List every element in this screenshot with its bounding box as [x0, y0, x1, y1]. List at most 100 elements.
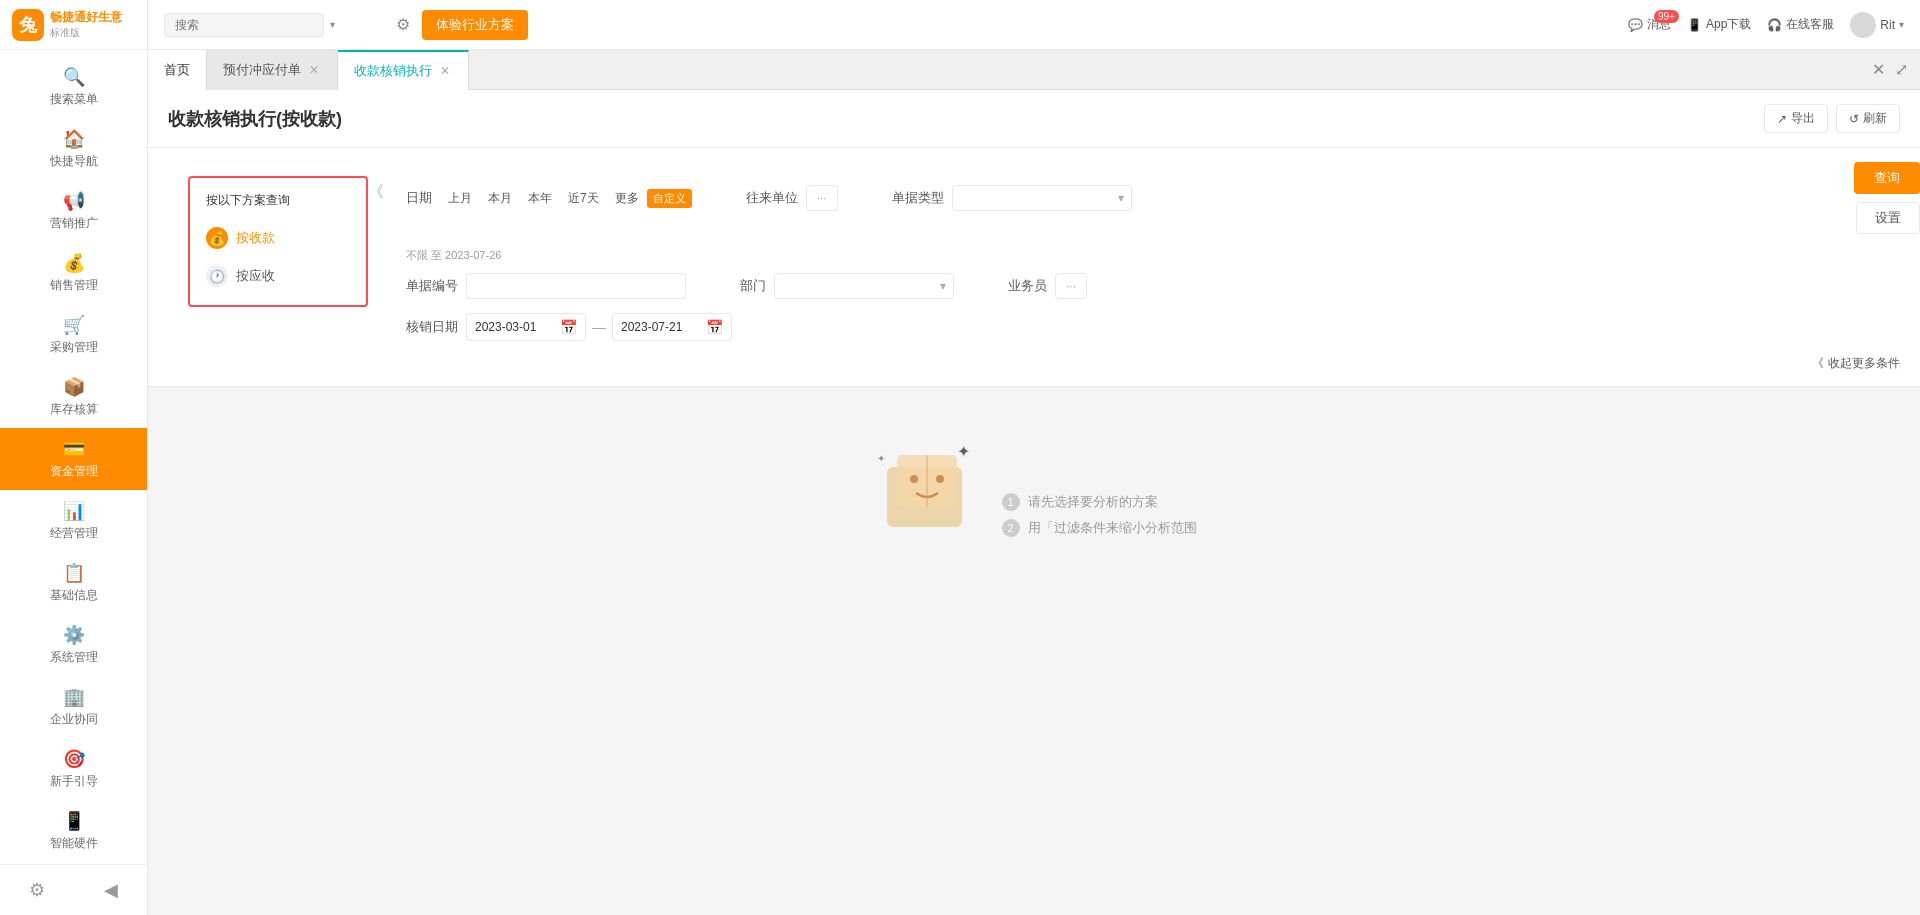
guide-icon: 🎯 — [63, 748, 85, 770]
svg-point-2 — [910, 475, 918, 483]
tab-verify[interactable]: 收款核销执行 ✕ — [338, 50, 469, 90]
sidebar-item-label: 智能硬件 — [50, 835, 98, 852]
date-separator: — — [592, 319, 606, 335]
topbar: ▾ ⚙ 体验行业方案 💬 消息 99+ 📱 App下载 🎧 在线客服 Rit ▾ — [148, 0, 1920, 50]
sidebar: 兔 畅捷通好生意 标准版 🔍 搜索菜单 🏠 快捷导航 📢 营销推广 💰 销售管理… — [0, 0, 148, 915]
date-range-display: 不限 至 2023-07-26 — [406, 248, 1920, 263]
tab-home-label: 首页 — [164, 61, 190, 79]
sidebar-item-sales[interactable]: 💰 销售管理 — [0, 242, 147, 304]
tab-verify-close-icon[interactable]: ✕ — [438, 62, 452, 80]
filter-option-by-receivable[interactable]: 🕐 按应收 — [190, 257, 366, 295]
user-menu[interactable]: Rit ▾ — [1850, 12, 1904, 38]
staff-label: 业务员 — [1008, 277, 1047, 295]
page-content: 收款核销执行(按收款) ↗ 导出 ↺ 刷新 按以下方案查询 — [148, 90, 1920, 915]
dept-select[interactable] — [774, 273, 954, 299]
sidebar-item-marketing[interactable]: 📢 营销推广 — [0, 180, 147, 242]
purchase-icon: 🛒 — [63, 314, 85, 336]
verify-date-from-input[interactable]: 2023-03-01 📅 — [466, 313, 586, 341]
industry-solution-button[interactable]: 体验行业方案 — [422, 10, 528, 40]
collapse-filter-left-icon[interactable]: 《 — [368, 162, 392, 372]
doc-type-select[interactable] — [952, 185, 1132, 211]
tab-prepay-close-icon[interactable]: ✕ — [307, 61, 321, 79]
partner-select-button[interactable]: ··· — [806, 185, 838, 211]
calendar-from-icon[interactable]: 📅 — [560, 319, 577, 335]
chevron-down-icon: ▾ — [330, 19, 335, 30]
hint-number-1: 1 — [1002, 493, 1020, 511]
doc-type-field: 单据类型 — [892, 185, 1132, 211]
sidebar-item-operations[interactable]: 📊 经营管理 — [0, 490, 147, 552]
filter-row-1: 日期 上月 本月 本年 近7天 更多 自定义 往来单位 ··· — [406, 162, 1920, 234]
app-edition: 标准版 — [50, 26, 122, 39]
sidebar-item-system[interactable]: ⚙️ 系统管理 — [0, 614, 147, 676]
sidebar-item-inventory[interactable]: 📦 库存核算 — [0, 366, 147, 428]
expand-tab-icon[interactable]: ⤢ — [1895, 60, 1908, 79]
page-title: 收款核销执行(按收款) — [168, 107, 342, 131]
tab-home[interactable]: 首页 — [148, 50, 207, 90]
receipt-icon: 💰 — [206, 227, 228, 249]
doc-type-select-wrap — [952, 185, 1132, 211]
set-button[interactable]: 设置 — [1856, 202, 1920, 234]
topbar-search: ▾ — [164, 13, 384, 37]
sidebar-item-hardware[interactable]: 📱 智能硬件 — [0, 800, 147, 862]
main-content: ▾ ⚙ 体验行业方案 💬 消息 99+ 📱 App下载 🎧 在线客服 Rit ▾ — [148, 0, 1920, 915]
doc-no-input[interactable] — [466, 273, 686, 299]
calendar-to-icon[interactable]: 📅 — [706, 319, 723, 335]
settings-icon[interactable]: ⚙ — [21, 875, 53, 905]
empty-state: ✦ ✦ 1 请先选择要分析的方案 2 用「过滤条件来缩小分析范围 — [872, 427, 1197, 537]
date-7days-button[interactable]: 近7天 — [560, 186, 607, 211]
app-download-label: App下载 — [1706, 16, 1751, 33]
tab-verify-label: 收款核销执行 — [354, 62, 432, 80]
svg-text:✦: ✦ — [957, 443, 970, 460]
filter-scheme-title: 按以下方案查询 — [190, 188, 366, 219]
doc-no-field: 单据编号 — [406, 273, 686, 299]
sidebar-item-purchase[interactable]: 🛒 采购管理 — [0, 304, 147, 366]
date-this-year-button[interactable]: 本年 — [520, 186, 560, 211]
inventory-icon: 📦 — [63, 376, 85, 398]
sidebar-item-label: 搜索菜单 — [50, 91, 98, 108]
close-tab-icon[interactable]: ✕ — [1872, 60, 1885, 79]
sidebar-item-basic-info[interactable]: 📋 基础信息 — [0, 552, 147, 614]
filter-option-receipt-label: 按收款 — [236, 229, 275, 247]
sidebar-item-label: 库存核算 — [50, 401, 98, 418]
sidebar-item-search[interactable]: 🔍 搜索菜单 — [0, 56, 147, 118]
gear-icon[interactable]: ⚙ — [396, 15, 410, 34]
empty-svg-illustration: ✦ ✦ — [872, 427, 982, 537]
app-download-button[interactable]: 📱 App下载 — [1687, 16, 1751, 33]
refresh-icon: ↺ — [1849, 112, 1859, 126]
export-button[interactable]: ↗ 导出 — [1764, 104, 1828, 133]
sidebar-item-collab[interactable]: 🏢 企业协同 — [0, 676, 147, 738]
refresh-button[interactable]: ↺ 刷新 — [1836, 104, 1900, 133]
sidebar-item-finance[interactable]: 💳 资金管理 — [0, 428, 147, 490]
marketing-icon: 📢 — [63, 190, 85, 212]
collapse-more-button[interactable]: 《 收起更多条件 — [1812, 355, 1900, 372]
sidebar-item-label: 基础信息 — [50, 587, 98, 604]
hint-text-1: 请先选择要分析的方案 — [1028, 493, 1158, 511]
date-last-month-button[interactable]: 上月 — [440, 186, 480, 211]
finance-icon: 💳 — [63, 438, 85, 460]
page-header: 收款核销执行(按收款) ↗ 导出 ↺ 刷新 — [148, 90, 1920, 148]
date-more-button[interactable]: 更多 — [607, 186, 647, 211]
sidebar-item-guide[interactable]: 🎯 新手引导 — [0, 738, 147, 800]
empty-hint-2: 2 用「过滤条件来缩小分析范围 — [1002, 519, 1197, 537]
collapse-sidebar-icon[interactable]: ◀ — [96, 875, 126, 905]
query-button[interactable]: 查询 — [1854, 162, 1920, 194]
sidebar-nav: 🔍 搜索菜单 🏠 快捷导航 📢 营销推广 💰 销售管理 🛒 采购管理 📦 库存核… — [0, 50, 147, 864]
page-title-row: 收款核销执行(按收款) ↗ 导出 ↺ 刷新 — [168, 104, 1900, 133]
filter-option-receivable-label: 按应收 — [236, 267, 275, 285]
tab-prepay[interactable]: 预付冲应付单 ✕ — [207, 50, 338, 90]
sidebar-item-wechat[interactable]: 💬 企业微信 — [0, 862, 147, 864]
message-button[interactable]: 💬 消息 99+ — [1628, 16, 1671, 33]
sidebar-item-quicknav[interactable]: 🏠 快捷导航 — [0, 118, 147, 180]
customer-service-button[interactable]: 🎧 在线客服 — [1767, 16, 1834, 33]
hardware-icon: 📱 — [63, 810, 85, 832]
search-input[interactable] — [164, 13, 324, 37]
filter-option-by-receipt[interactable]: 💰 按收款 — [190, 219, 366, 257]
svg-point-3 — [936, 475, 944, 483]
empty-hints: 1 请先选择要分析的方案 2 用「过滤条件来缩小分析范围 — [1002, 493, 1197, 537]
date-custom-badge[interactable]: 自定义 — [647, 189, 692, 208]
verify-date-to-input[interactable]: 2023-07-21 📅 — [612, 313, 732, 341]
sales-icon: 💰 — [63, 252, 85, 274]
tabbar: 首页 预付冲应付单 ✕ 收款核销执行 ✕ ✕ ⤢ — [148, 50, 1920, 90]
date-this-month-button[interactable]: 本月 — [480, 186, 520, 211]
staff-select-button[interactable]: ··· — [1055, 273, 1087, 299]
